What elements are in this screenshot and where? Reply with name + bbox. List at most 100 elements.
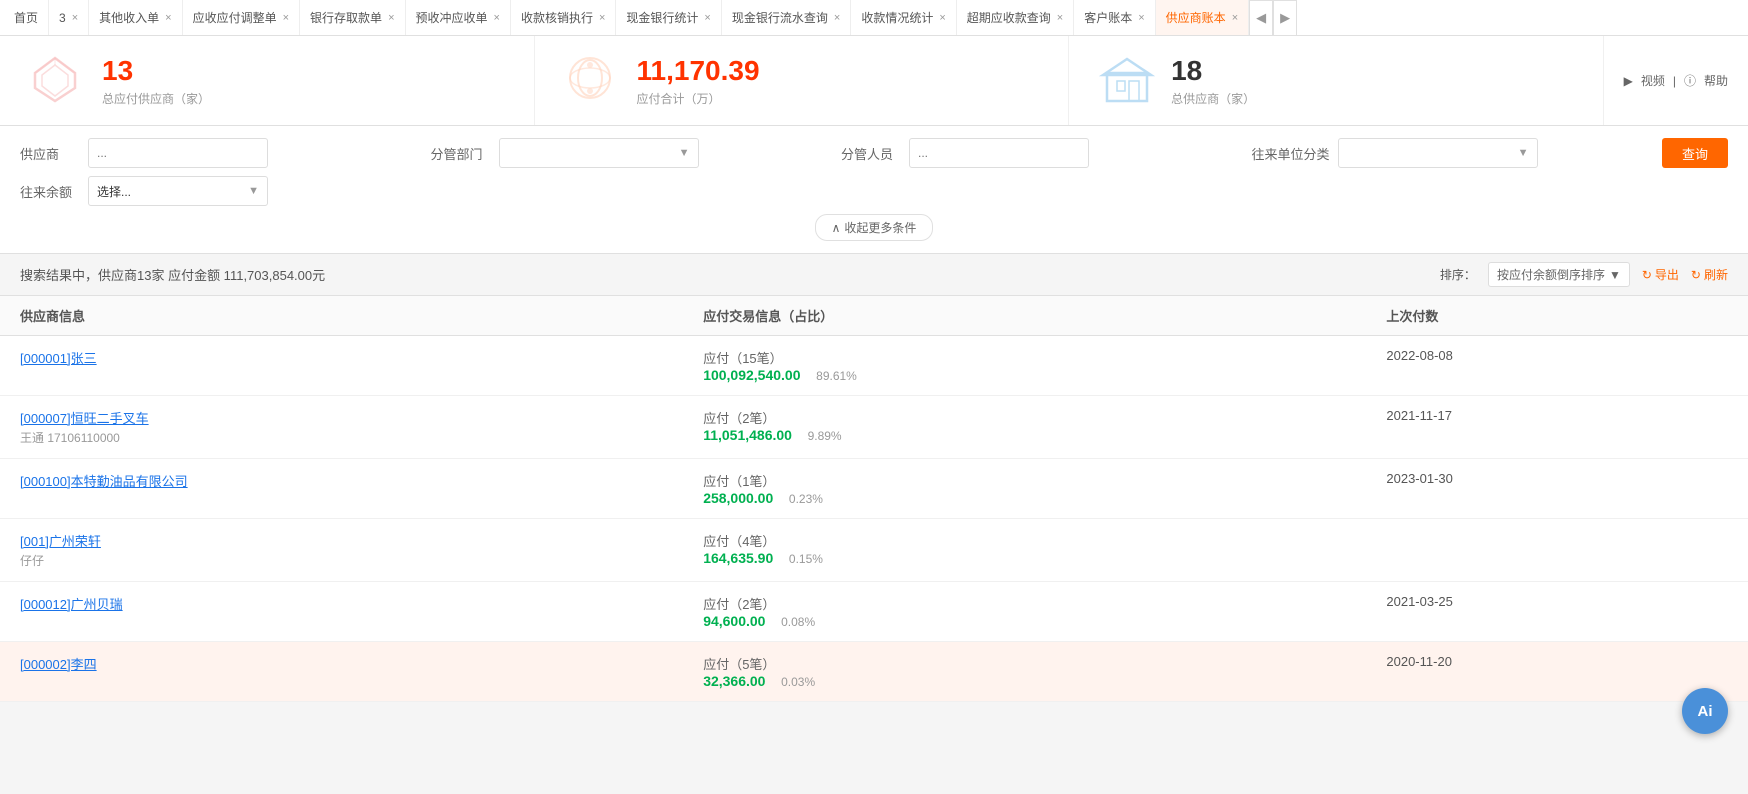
- close-pre-collection[interactable]: ×: [494, 12, 500, 24]
- top-navigation: 首页 3 × 其他收入单 × 应收应付调整单 × 银行存取款单 × 预收冲应收单…: [0, 0, 1748, 36]
- unit-category-label: 往来单位分类: [1252, 144, 1330, 163]
- nav-tab-supplier-ledger[interactable]: 供应商账本 ×: [1156, 0, 1249, 36]
- close-supplier-ledger[interactable]: ×: [1232, 12, 1238, 24]
- supplier-link-000007[interactable]: [000007]恒旺二手叉车: [20, 408, 703, 427]
- supplier-link-000002[interactable]: [000002]李四: [20, 654, 703, 673]
- stat-ap-suppliers-content: 13 总应付供应商（家）: [102, 54, 210, 107]
- supplier-link-000001[interactable]: [000001]张三: [20, 348, 703, 367]
- dept-field: 分管部门 ▼: [431, 138, 822, 168]
- search-button[interactable]: 查询: [1662, 138, 1728, 168]
- supplier-info-000007: [000007]恒旺二手叉车 王通 17106110000: [20, 408, 703, 446]
- payable-amount-000100: 258,000.00: [703, 490, 773, 506]
- supplier-link-001[interactable]: [001]广州荣轩: [20, 531, 703, 550]
- payable-info-000012: 应付（2笔） 94,600.00 0.08%: [703, 594, 1386, 629]
- nav-tab-bank-deposit[interactable]: 银行存取款单 ×: [300, 0, 405, 36]
- refresh-button[interactable]: ↻ 刷新: [1691, 266, 1728, 283]
- close-tab-3[interactable]: ×: [72, 12, 78, 24]
- payable-amount-000007: 11,051,486.00: [703, 427, 792, 443]
- stat-total-ap-suppliers: 13 总应付供应商（家）: [0, 36, 535, 125]
- close-cash-flow-query[interactable]: ×: [834, 12, 840, 24]
- store-icon: [1099, 53, 1155, 109]
- video-icon: ▶: [1624, 74, 1633, 88]
- supplier-input[interactable]: [88, 138, 268, 168]
- nav-tab-collection-exec[interactable]: 收款核销执行 ×: [511, 0, 616, 36]
- collapse-button[interactable]: ∧ 收起更多条件: [815, 214, 934, 241]
- supplier-sub-001: 仔仔: [20, 552, 703, 569]
- nav-tab-pre-collection[interactable]: 预收冲应收单 ×: [406, 0, 511, 36]
- close-bank-deposit[interactable]: ×: [388, 12, 394, 24]
- table-area: 供应商信息 应付交易信息（占比） 上次付数 [000001]张三 应付（15笔）…: [0, 296, 1748, 702]
- nav-tab-pre-collection-label: 预收冲应收单: [416, 9, 488, 26]
- nav-tab-ar-ap-adjust-label: 应收应付调整单: [193, 9, 277, 26]
- manager-input[interactable]: [909, 138, 1089, 168]
- result-bar: 搜索结果中，供应商13家 应付金额 111,703,854.00元 排序： 按应…: [0, 254, 1748, 296]
- table-row: [000007]恒旺二手叉车 王通 17106110000 应付（2笔） 11,…: [0, 396, 1748, 459]
- nav-tab-customer-ledger[interactable]: 客户账本 ×: [1074, 0, 1155, 36]
- last-payment-000100: 2023-01-30: [1386, 471, 1728, 486]
- nav-next-arrow[interactable]: ▶: [1273, 0, 1297, 36]
- nav-tab-home-label: 首页: [14, 9, 38, 26]
- close-ar-ap-adjust[interactable]: ×: [283, 12, 289, 24]
- stat-total-ap-amount: 11,170.39 应付合计（万）: [535, 36, 1070, 125]
- search-row-2: 往来余额 选择... ▼: [20, 176, 1728, 206]
- nav-tab-ar-ap-adjust[interactable]: 应收应付调整单 ×: [183, 0, 300, 36]
- payable-info-000100: 应付（1笔） 258,000.00 0.23%: [703, 471, 1386, 506]
- unit-category-select[interactable]: ▼: [1338, 138, 1538, 168]
- stat-suppliers-content: 18 总供应商（家）: [1171, 54, 1255, 107]
- close-customer-ledger[interactable]: ×: [1138, 12, 1144, 24]
- dept-chevron-down-icon: ▼: [679, 147, 690, 159]
- nav-prev-arrow[interactable]: ◀: [1249, 0, 1273, 36]
- ap-amount-label: 应付合计（万）: [637, 90, 760, 107]
- export-button[interactable]: ↻ 导出: [1642, 266, 1679, 283]
- nav-tab-collection-stat[interactable]: 收款情况统计 ×: [851, 0, 956, 36]
- sort-select[interactable]: 按应付余额倒序排序 ▼: [1488, 262, 1630, 287]
- payable-label-000001: 应付（15笔）: [703, 348, 1386, 367]
- ap-amount-number: 11,170.39: [637, 54, 760, 88]
- last-payment-000002: 2020-11-20: [1386, 654, 1728, 669]
- payable-info-000007: 应付（2笔） 11,051,486.00 9.89%: [703, 408, 1386, 443]
- table-row: [000001]张三 应付（15笔） 100,092,540.00 89.61%…: [0, 336, 1748, 396]
- help-link[interactable]: 帮助: [1704, 72, 1728, 89]
- help-icon: ⓘ: [1684, 72, 1696, 89]
- close-cash-bank-stat[interactable]: ×: [704, 12, 710, 24]
- close-overdue-ar[interactable]: ×: [1057, 12, 1063, 24]
- sort-label: 排序：: [1440, 266, 1476, 283]
- ai-button[interactable]: Ai: [1682, 688, 1728, 734]
- payable-info-001: 应付（4笔） 164,635.90 0.15%: [703, 531, 1386, 566]
- header-payable-info: 应付交易信息（占比）: [703, 306, 1386, 325]
- payable-amount-001: 164,635.90: [703, 550, 773, 566]
- close-collection-exec[interactable]: ×: [599, 12, 605, 24]
- result-actions: 排序： 按应付余额倒序排序 ▼ ↻ 导出 ↻ 刷新: [1440, 262, 1728, 287]
- payable-label-000012: 应付（2笔）: [703, 594, 1386, 613]
- video-link[interactable]: 视频: [1641, 72, 1665, 89]
- payable-label-000002: 应付（5笔）: [703, 654, 1386, 673]
- payable-percent-000007: 9.89%: [808, 429, 842, 443]
- sort-chevron-down-icon: ▼: [1609, 268, 1621, 282]
- payable-percent-000012: 0.08%: [781, 615, 815, 629]
- dept-select[interactable]: ▼: [499, 138, 699, 168]
- nav-tab-cash-flow-query[interactable]: 现金银行流水查询 ×: [722, 0, 851, 36]
- dept-label: 分管部门: [431, 144, 491, 163]
- nav-tab-supplier-ledger-label: 供应商账本: [1166, 9, 1226, 26]
- grain-icon: [565, 53, 621, 109]
- nav-tab-overdue-ar[interactable]: 超期应收款查询 ×: [957, 0, 1074, 36]
- supplier-link-000012[interactable]: [000012]广州贝瑞: [20, 594, 703, 613]
- payable-label-000007: 应付（2笔）: [703, 408, 1386, 427]
- table-row: [000002]李四 应付（5笔） 32,366.00 0.03% 2020-1…: [0, 642, 1748, 702]
- supplier-link-000100[interactable]: [000100]本特勤油品有限公司: [20, 471, 703, 490]
- close-collection-stat[interactable]: ×: [939, 12, 945, 24]
- nav-tab-other-income[interactable]: 其他收入单 ×: [89, 0, 182, 36]
- nav-tab-cash-bank-stat[interactable]: 现金银行统计 ×: [616, 0, 721, 36]
- nav-tab-home[interactable]: 首页: [4, 0, 49, 36]
- manager-label: 分管人员: [841, 144, 901, 163]
- balance-select[interactable]: 选择... ▼: [88, 176, 268, 206]
- payable-label-000100: 应付（1笔）: [703, 471, 1386, 490]
- refresh-icon: ↻: [1691, 268, 1701, 282]
- close-other-income[interactable]: ×: [165, 12, 171, 24]
- payable-amount-000002: 32,366.00: [703, 673, 765, 689]
- supplier-info-000100: [000100]本特勤油品有限公司: [20, 471, 703, 490]
- header-supplier-info: 供应商信息: [20, 306, 703, 325]
- nav-tab-3[interactable]: 3 ×: [49, 0, 89, 36]
- balance-chevron-down-icon: ▼: [248, 185, 259, 197]
- search-row-1: 供应商 分管部门 ▼ 分管人员 往来单位分类 ▼ 查询: [20, 138, 1728, 168]
